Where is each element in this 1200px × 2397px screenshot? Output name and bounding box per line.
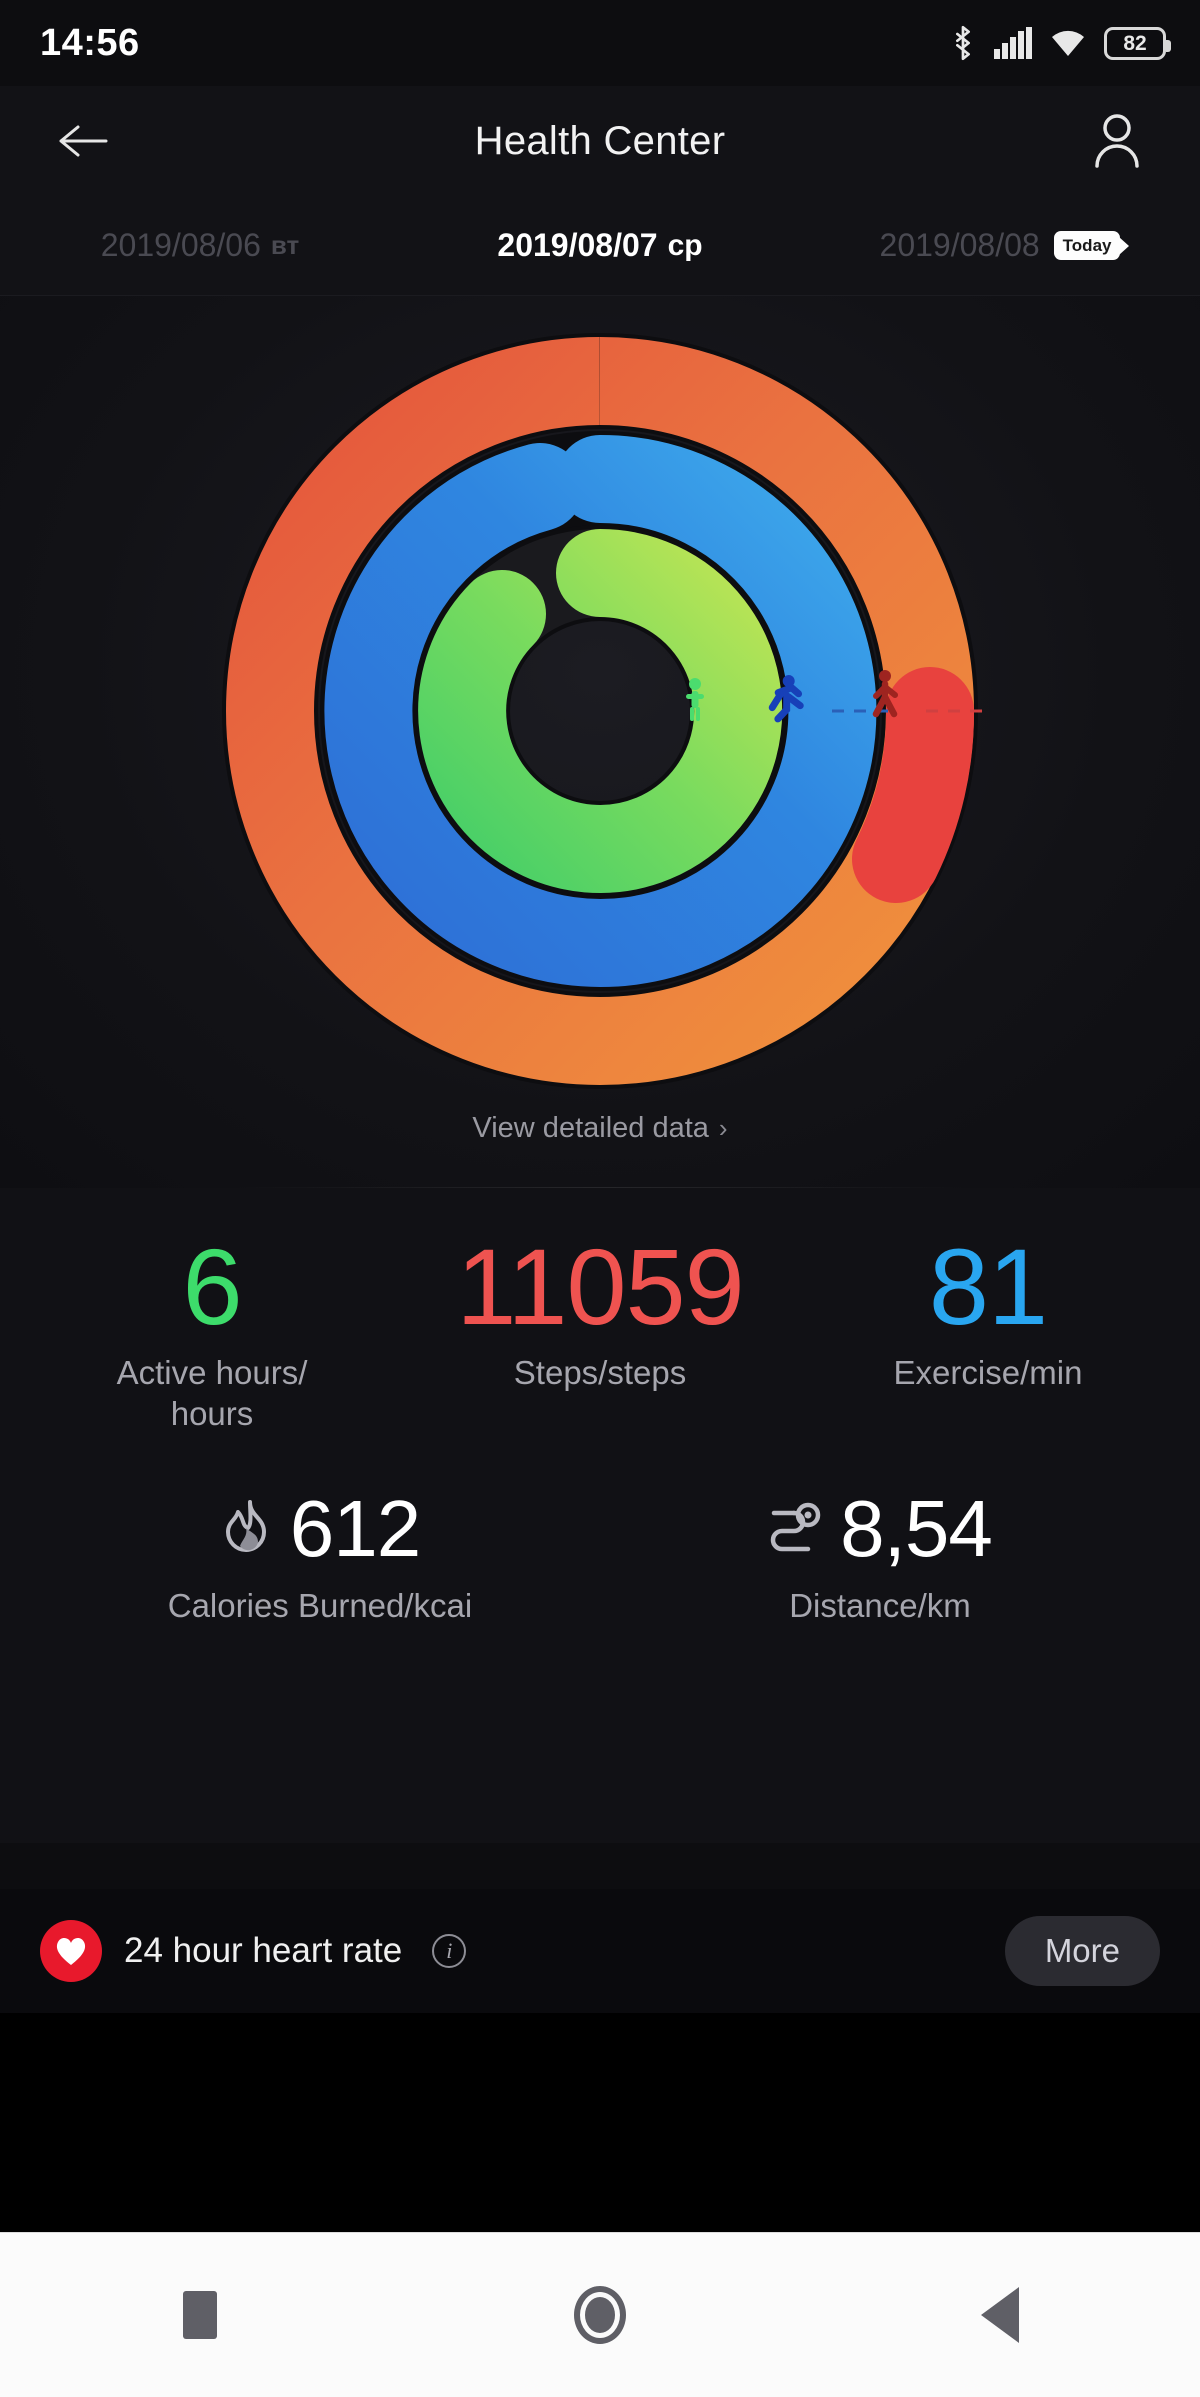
activity-rings-section: View detailed data › — [0, 296, 1200, 1188]
stat-calories-label: Calories Burned/kcai — [167, 1586, 473, 1624]
stat-active-hours-value: 6 — [182, 1226, 242, 1347]
stat-exercise[interactable]: 81 Exercise/min — [794, 1226, 1182, 1393]
stat-steps[interactable]: 11059 Steps/steps — [406, 1226, 794, 1393]
stat-distance-label: Distance/km — [789, 1586, 971, 1624]
back-arrow-icon[interactable] — [48, 106, 118, 176]
date-prev[interactable]: 2019/08/06 вт — [0, 227, 400, 264]
stat-exercise-value: 81 — [928, 1226, 1048, 1347]
today-badge[interactable]: Today — [1053, 231, 1121, 260]
stats-section: 6 Active hours/ hours 11059 Steps/steps … — [0, 1188, 1200, 1844]
system-nav-bar — [0, 2232, 1200, 2397]
secondary-stats-row: 612 Calories Burned/kcai 8,54 Distance/k… — [0, 1483, 1200, 1625]
stat-active-hours[interactable]: 6 Active hours/ hours — [18, 1226, 406, 1435]
phone-screen: 14:56 82 Health Center 2019/08/06 вт 201… — [0, 0, 1200, 2397]
home-circle-icon[interactable] — [540, 2255, 660, 2375]
status-clock: 14:56 — [40, 21, 140, 64]
info-icon[interactable]: i — [432, 1934, 467, 1969]
stat-steps-label: Steps/steps — [513, 1354, 687, 1392]
stat-exercise-label: Exercise/min — [893, 1354, 1083, 1392]
heart-rate-card[interactable]: 24 hour heart rate i More — [0, 1889, 1200, 2014]
primary-stats-row: 6 Active hours/ hours 11059 Steps/steps … — [0, 1226, 1200, 1435]
page-title: Health Center — [474, 118, 726, 163]
stat-active-hours-label: Active hours/ hours — [116, 1354, 308, 1433]
status-icon-group: 82 — [949, 25, 1171, 61]
back-triangle-icon[interactable] — [940, 2255, 1060, 2375]
date-current[interactable]: 2019/08/07 ср — [400, 227, 800, 264]
date-next[interactable]: 2019/08/08 Today — [800, 227, 1200, 264]
chevron-right-icon: › — [718, 1113, 728, 1143]
heart-rate-left: 24 hour heart rate i — [40, 1920, 467, 1983]
heart-icon — [40, 1920, 102, 1983]
recents-square-icon[interactable] — [140, 2255, 260, 2375]
view-detailed-data-label: View detailed data — [472, 1112, 709, 1144]
stat-calories-value: 612 — [289, 1483, 421, 1573]
date-selector[interactable]: 2019/08/06 вт 2019/08/07 ср 2019/08/08 T… — [0, 196, 1200, 296]
user-profile-icon[interactable] — [1082, 106, 1152, 176]
wifi-icon — [1049, 28, 1087, 58]
flame-icon — [220, 1498, 276, 1560]
status-bar: 14:56 82 — [0, 0, 1200, 86]
activity-rings-chart[interactable] — [95, 316, 1105, 1106]
date-prev-dow: вт — [270, 230, 300, 260]
stat-steps-value: 11059 — [456, 1226, 744, 1347]
app-bar: Health Center — [0, 86, 1200, 196]
stat-distance-value: 8,54 — [840, 1483, 993, 1573]
stat-distance[interactable]: 8,54 Distance/km — [600, 1483, 1160, 1625]
view-detailed-data-link[interactable]: View detailed data › — [472, 1112, 727, 1145]
date-current-dow: ср — [667, 228, 703, 262]
cellular-signal-icon — [994, 27, 1032, 59]
stat-calories[interactable]: 612 Calories Burned/kcai — [40, 1483, 600, 1625]
bluetooth-icon — [949, 25, 977, 61]
route-pin-icon — [768, 1499, 826, 1559]
heart-rate-title: 24 hour heart rate — [124, 1931, 403, 1971]
date-prev-value: 2019/08/06 — [100, 227, 261, 263]
battery-icon: 82 — [1104, 26, 1171, 60]
more-button[interactable]: More — [1004, 1916, 1160, 1987]
date-current-value: 2019/08/07 — [497, 227, 658, 263]
date-next-value: 2019/08/08 — [879, 227, 1040, 263]
battery-level: 82 — [1123, 31, 1147, 55]
bottom-spacer — [0, 2013, 1200, 2232]
